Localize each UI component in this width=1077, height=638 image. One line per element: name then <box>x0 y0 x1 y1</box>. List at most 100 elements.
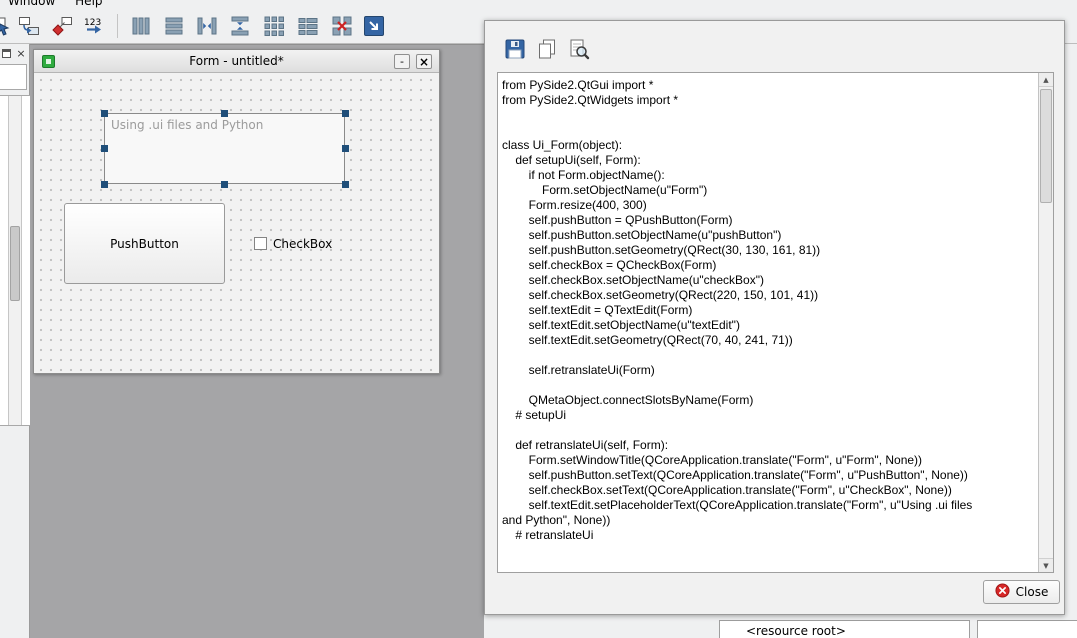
form-window-icon <box>42 55 55 68</box>
copy-icon <box>535 37 559 64</box>
resource-browser-panel: <resource root> <box>719 620 970 638</box>
code-line: self.checkBox.setObjectName(u"checkBox") <box>502 273 1036 288</box>
selection-handle-middle-left[interactable] <box>101 145 108 152</box>
layout-horizontal-splitter-icon <box>195 14 219 38</box>
widget-filter-input[interactable] <box>0 64 27 90</box>
code-line <box>502 123 1036 138</box>
code-line: def retranslateUi(self, Form): <box>502 438 1036 453</box>
code-line <box>502 378 1036 393</box>
code-scrollbar[interactable]: ▲ ▼ <box>1038 73 1053 572</box>
form-canvas[interactable]: Using .ui files and Python PushButton Ch… <box>34 73 439 373</box>
layout-horizontal-icon <box>129 14 153 38</box>
scroll-down-icon[interactable]: ▼ <box>1039 558 1053 572</box>
widget-box-scrollbar-thumb[interactable] <box>10 226 20 301</box>
widget-box-dock: × <box>0 44 30 638</box>
break-layout-icon <box>330 14 354 38</box>
edit-widgets-button[interactable] <box>0 13 13 39</box>
menu-help[interactable]: Help <box>75 0 102 8</box>
adjust-size-icon <box>362 14 386 38</box>
find-icon <box>567 37 591 64</box>
edit-signals-slots-icon <box>17 14 41 38</box>
dock-close-button[interactable]: × <box>15 48 27 60</box>
close-button[interactable]: Close <box>983 580 1060 604</box>
code-line: self.pushButton.setObjectName(u"pushButt… <box>502 228 1036 243</box>
selection-handle-top-left[interactable] <box>101 110 108 117</box>
layout-vertical-icon <box>162 14 186 38</box>
checkbox-widget[interactable]: CheckBox <box>254 223 355 264</box>
code-line: # setupUi <box>502 408 1036 423</box>
code-line <box>502 108 1036 123</box>
code-line: from PySide2.QtWidgets import * <box>502 93 1036 108</box>
code-line: self.checkBox = QCheckBox(Form) <box>502 258 1036 273</box>
layout-form-button[interactable] <box>295 13 321 39</box>
code-line: Form.setObjectName(u"Form") <box>502 183 1036 198</box>
code-line: QMetaObject.connectSlotsByName(Form) <box>502 393 1036 408</box>
code-line: self.pushButton = QPushButton(Form) <box>502 213 1036 228</box>
edit-signals-slots-button[interactable] <box>16 13 42 39</box>
dock-float-button[interactable] <box>2 47 11 61</box>
dock-title-buttons: × <box>2 47 27 61</box>
close-button-icon <box>995 583 1010 601</box>
find-button[interactable] <box>566 37 592 63</box>
pushbutton-label: PushButton <box>110 237 179 251</box>
break-layout-button[interactable] <box>329 13 355 39</box>
checkbox-indicator <box>254 237 267 250</box>
widget-box-scrollbar[interactable] <box>8 96 22 425</box>
layout-vertical-splitter-button[interactable] <box>227 13 253 39</box>
edit-buddies-icon <box>50 14 74 38</box>
selection-handle-bottom-left[interactable] <box>101 181 108 188</box>
selection-handle-bottom-middle[interactable] <box>221 181 228 188</box>
scroll-up-icon[interactable]: ▲ <box>1039 73 1053 87</box>
code-line: self.textEdit = QTextEdit(Form) <box>502 303 1036 318</box>
layout-horizontal-splitter-button[interactable] <box>194 13 220 39</box>
tab-order-digits: 123 <box>84 18 101 28</box>
layout-horizontal-button[interactable] <box>128 13 154 39</box>
code-line: self.pushButton.setGeometry(QRect(30, 13… <box>502 243 1036 258</box>
code-line: self.pushButton.setText(QCoreApplication… <box>502 468 1036 483</box>
widget-box-list[interactable] <box>0 95 30 426</box>
layout-vertical-splitter-icon <box>228 14 252 38</box>
menu-bar: Window Help <box>0 0 1077 9</box>
code-line: def setupUi(self, Form): <box>502 153 1036 168</box>
edit-widgets-icon <box>0 14 12 38</box>
qt-designer-window: Window Help 1 <box>0 0 1077 638</box>
pushbutton-widget[interactable]: PushButton <box>64 203 225 284</box>
dock-float-icon <box>2 49 11 58</box>
form-close-button[interactable]: × <box>416 54 432 69</box>
copy-button[interactable] <box>534 37 560 63</box>
menu-window[interactable]: Window <box>8 0 55 8</box>
code-line: from PySide2.QtGui import * <box>502 78 1036 93</box>
code-view[interactable]: from PySide2.QtGui import *from PySide2.… <box>497 72 1054 573</box>
code-line <box>502 348 1036 363</box>
layout-form-icon <box>296 14 320 38</box>
layout-grid-button[interactable] <box>261 13 287 39</box>
form-minimize-button[interactable]: - <box>394 54 410 69</box>
edit-tab-order-button[interactable]: 123 <box>81 13 107 39</box>
resource-browser-side-panel <box>977 620 1077 638</box>
textedit-widget[interactable]: Using .ui files and Python <box>104 113 345 184</box>
mdi-area: Form - untitled* - × Using .ui files and… <box>30 44 484 638</box>
selection-handle-top-middle[interactable] <box>221 110 228 117</box>
selection-handle-bottom-right[interactable] <box>342 181 349 188</box>
code-line <box>502 423 1036 438</box>
code-line: # retranslateUi <box>502 528 1036 543</box>
form-window-titlebar[interactable]: Form - untitled* - × <box>34 50 439 73</box>
save-icon <box>503 37 527 64</box>
code-line: self.textEdit.setGeometry(QRect(70, 40, … <box>502 333 1036 348</box>
selection-handle-middle-right[interactable] <box>342 145 349 152</box>
checkbox-label: CheckBox <box>273 237 332 251</box>
code-text[interactable]: from PySide2.QtGui import *from PySide2.… <box>502 78 1036 570</box>
code-scrollbar-thumb[interactable] <box>1040 89 1052 203</box>
resource-root-item[interactable]: <resource root> <box>720 621 969 638</box>
save-button[interactable] <box>502 37 528 63</box>
adjust-size-button[interactable] <box>361 13 387 39</box>
selection-handle-top-right[interactable] <box>342 110 349 117</box>
layout-vertical-button[interactable] <box>161 13 187 39</box>
edit-buddies-button[interactable] <box>49 13 75 39</box>
code-line: self.checkBox.setGeometry(QRect(220, 150… <box>502 288 1036 303</box>
code-line: self.textEdit.setPlaceholderText(QCoreAp… <box>502 498 1036 513</box>
code-line: self.retranslateUi(Form) <box>502 363 1036 378</box>
code-viewer-dialog: from PySide2.QtGui import *from PySide2.… <box>484 20 1065 615</box>
code-line: self.checkBox.setText(QCoreApplication.t… <box>502 483 1036 498</box>
code-line: self.textEdit.setObjectName(u"textEdit") <box>502 318 1036 333</box>
